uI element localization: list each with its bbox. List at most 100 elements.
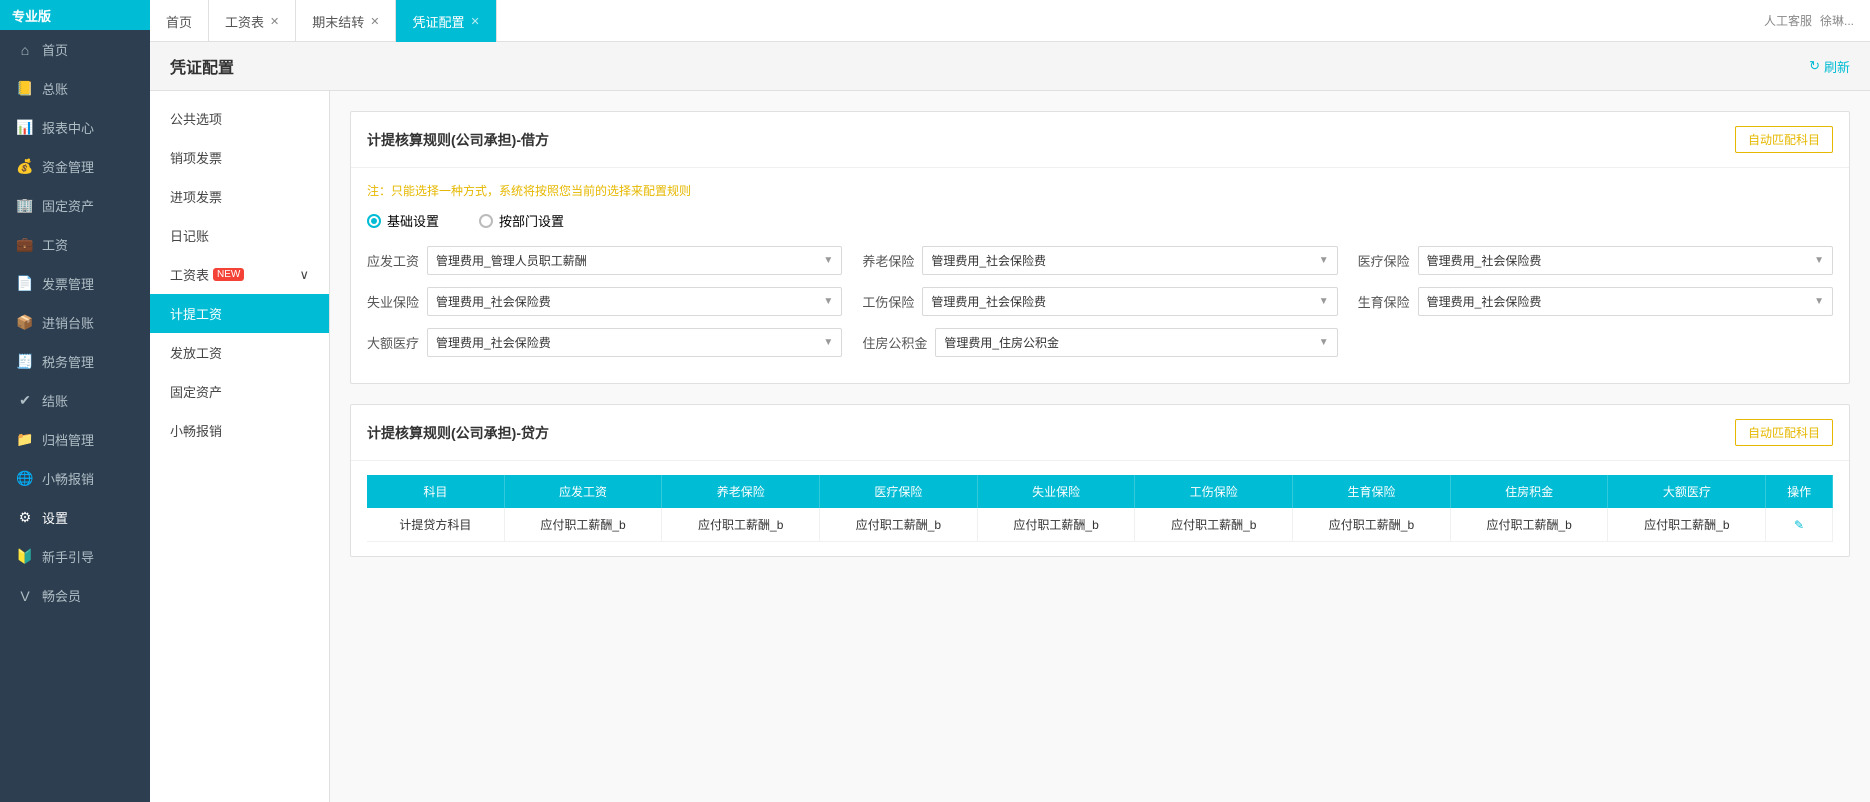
- sidebar-item-fixed-assets[interactable]: 🏢固定资产: [0, 186, 150, 225]
- sidebar-item-xiaochangreport[interactable]: 🌐小畅报销: [0, 459, 150, 498]
- field-2-0: 大额医疗 管理费用_社会保险费 ▼: [367, 328, 842, 357]
- sidebar-label-salary: 工资: [42, 235, 68, 254]
- cell-value-0-1: 应付职工薪酬_b: [662, 508, 820, 542]
- radio-dept-label: 按部门设置: [499, 211, 564, 230]
- field-select-1-0[interactable]: 管理费用_社会保险费 ▼: [427, 287, 842, 316]
- sidebar-icon-tax: 🧾: [16, 353, 34, 370]
- sidebar-icon-reports: 📊: [16, 119, 34, 136]
- sidebar-item-salary[interactable]: 💼工资: [0, 225, 150, 264]
- table-header-1: 应发工资: [504, 475, 662, 508]
- sidebar-icon-member: V: [16, 588, 34, 604]
- radio-basic-circle: [367, 214, 381, 228]
- dropdown-arrow-2-0: ▼: [823, 337, 833, 348]
- field-label-1-0: 失业保险: [367, 292, 419, 311]
- left-nav-xiaochangreport[interactable]: 小畅报销: [150, 411, 329, 450]
- left-nav-issue-salary[interactable]: 发放工资: [150, 333, 329, 372]
- tab-voucher-config[interactable]: 凭证配置 ✕: [396, 0, 496, 42]
- section1-header: 计提核算规则(公司承担)-借方 自动匹配科目: [351, 112, 1849, 168]
- sidebar-item-general-ledger[interactable]: 📒总账: [0, 69, 150, 108]
- field-select-1-2[interactable]: 管理费用_社会保险费 ▼: [1418, 287, 1833, 316]
- left-nav-calc-salary[interactable]: 计提工资: [150, 294, 329, 333]
- field-select-0-1[interactable]: 管理费用_社会保险费 ▼: [922, 246, 1337, 275]
- sidebar-item-settings[interactable]: ⚙设置: [0, 498, 150, 537]
- left-nav-public[interactable]: 公共选项: [150, 99, 329, 138]
- field-select-text-1-0: 管理费用_社会保险费: [436, 293, 819, 310]
- auto-match-button-2[interactable]: 自动匹配科目: [1735, 419, 1833, 446]
- field-select-text-1-1: 管理费用_社会保险费: [931, 293, 1314, 310]
- sidebar-label-general-ledger: 总账: [42, 79, 68, 98]
- sidebar-icon-fund: 💰: [16, 158, 34, 175]
- sidebar-item-purchase-sales[interactable]: 📦进销台账: [0, 303, 150, 342]
- sidebar-label-home: 首页: [42, 40, 68, 59]
- auto-match-button-1[interactable]: 自动匹配科目: [1735, 126, 1833, 153]
- page-title: 凭证配置: [170, 54, 234, 78]
- dropdown-arrow-1-2: ▼: [1814, 296, 1824, 307]
- field-select-1-1[interactable]: 管理费用_社会保险费 ▼: [922, 287, 1337, 316]
- refresh-icon: ↻: [1809, 58, 1820, 74]
- sidebar-item-close[interactable]: ✔结账: [0, 381, 150, 420]
- sidebar-icon-settings: ⚙: [16, 509, 34, 526]
- sidebar-item-home[interactable]: ⌂首页: [0, 30, 150, 69]
- sidebar-label-xiaochangreport: 小畅报销: [42, 469, 94, 488]
- field-select-text-2-1: 管理费用_住房公积金: [944, 334, 1314, 351]
- radio-dept[interactable]: 按部门设置: [479, 211, 564, 230]
- section2-body: 科目应发工资养老保险医疗保险失业保险工伤保险生育保险住房积金大额医疗操作 计提贷…: [351, 461, 1849, 556]
- field-select-2-0[interactable]: 管理费用_社会保险费 ▼: [427, 328, 842, 357]
- sidebar-label-archive: 归档管理: [42, 430, 94, 449]
- field-label-0-1: 养老保险: [862, 251, 914, 270]
- sidebar-item-tax[interactable]: 🧾税务管理: [0, 342, 150, 381]
- cell-value-0-3: 应付职工薪酬_b: [977, 508, 1135, 542]
- field-label-0-0: 应发工资: [367, 251, 419, 270]
- field-select-0-0[interactable]: 管理费用_管理人员职工薪酬 ▼: [427, 246, 842, 275]
- sidebar-item-fund[interactable]: 💰 资金管理: [0, 147, 150, 186]
- tab-close-voucher-config[interactable]: ✕: [471, 15, 480, 28]
- cell-value-0-0: 应付职工薪酬_b: [504, 508, 662, 542]
- left-nav-label-issue-salary: 发放工资: [170, 343, 222, 362]
- sidebar-item-archive[interactable]: 📁 归档管理: [0, 420, 150, 459]
- cell-value-0-5: 应付职工薪酬_b: [1293, 508, 1451, 542]
- new-badge-payroll-table: NEW: [213, 268, 244, 281]
- table-header-5: 工伤保险: [1135, 475, 1293, 508]
- sidebar-icon-archive: 📁: [16, 431, 34, 448]
- table-header-9: 操作: [1766, 475, 1833, 508]
- radio-group: 基础设置 按部门设置: [367, 211, 1833, 230]
- tab-period-close[interactable]: 期末结转✕: [296, 0, 396, 42]
- left-nav-label-calc-salary: 计提工资: [170, 304, 222, 323]
- field-select-2-1[interactable]: 管理费用_住房公积金 ▼: [935, 328, 1337, 357]
- sidebar: 专业版 ⌂首页📒总账📊报表中心💰资金管理🏢固定资产💼工资📄发票管理📦进销台账🧾税…: [0, 0, 150, 802]
- sidebar-item-guide[interactable]: 🔰新手引导: [0, 537, 150, 576]
- tab-payroll[interactable]: 工资表✕: [209, 0, 296, 42]
- content-wrapper: 公共选项销项发票进项发票日记账工资表NEW∨ 计提工资发放工资固定资产小畅报销 计…: [150, 91, 1870, 802]
- tab-close-period-close[interactable]: ✕: [370, 15, 379, 28]
- sidebar-label-fixed-assets: 固定资产: [42, 196, 94, 215]
- tab-close-payroll[interactable]: ✕: [270, 15, 279, 28]
- section-debit: 计提核算规则(公司承担)-借方 自动匹配科目 注：只能选择一种方式，系统将按照您…: [350, 111, 1850, 384]
- field-select-text-2-0: 管理费用_社会保险费: [436, 334, 819, 351]
- main-content: 计提核算规则(公司承担)-借方 自动匹配科目 注：只能选择一种方式，系统将按照您…: [330, 91, 1870, 802]
- left-nav-journal[interactable]: 日记账: [150, 216, 329, 255]
- table-header-3: 医疗保险: [820, 475, 978, 508]
- sidebar-item-invoice-mgmt[interactable]: 📄发票管理: [0, 264, 150, 303]
- radio-basic[interactable]: 基础设置: [367, 211, 439, 230]
- section1-title: 计提核算规则(公司承担)-借方: [367, 130, 549, 150]
- form-row-2: 失业保险 管理费用_社会保险费 ▼ 工伤保险 管理费用_社会保险费 ▼ 生育保险…: [367, 287, 1833, 316]
- left-nav-label-fixed-assets: 固定资产: [170, 382, 222, 401]
- cell-value-0-4: 应付职工薪酬_b: [1135, 508, 1293, 542]
- tab-label-voucher-config: 凭证配置: [412, 12, 464, 31]
- sidebar-label-fund: 资金管理: [42, 157, 94, 176]
- left-nav-sales-invoice[interactable]: 销项发票: [150, 138, 329, 177]
- topbar: 首页工资表✕期末结转✕凭证配置✕ 人工客服 徐琳...: [150, 0, 1870, 42]
- section1-body: 注：只能选择一种方式，系统将按照您当前的选择来配置规则 基础设置 按部门设置: [351, 168, 1849, 383]
- field-select-0-2[interactable]: 管理费用_社会保险费 ▼: [1418, 246, 1833, 275]
- left-nav-fixed-assets[interactable]: 固定资产: [150, 372, 329, 411]
- refresh-button[interactable]: ↻ 刷新: [1809, 57, 1850, 76]
- cell-action-0[interactable]: ✎: [1766, 508, 1833, 542]
- sidebar-icon-purchase-sales: 📦: [16, 314, 34, 331]
- table-row: 计提贷方科目应付职工薪酬_b应付职工薪酬_b应付职工薪酬_b应付职工薪酬_b应付…: [367, 508, 1833, 542]
- left-nav-payroll-table[interactable]: 工资表NEW∨: [150, 255, 329, 294]
- field-2-2: [1358, 328, 1833, 357]
- sidebar-item-member[interactable]: V畅会员: [0, 576, 150, 615]
- tab-home[interactable]: 首页: [150, 0, 209, 42]
- left-nav-purchase-invoice[interactable]: 进项发票: [150, 177, 329, 216]
- sidebar-item-reports[interactable]: 📊报表中心: [0, 108, 150, 147]
